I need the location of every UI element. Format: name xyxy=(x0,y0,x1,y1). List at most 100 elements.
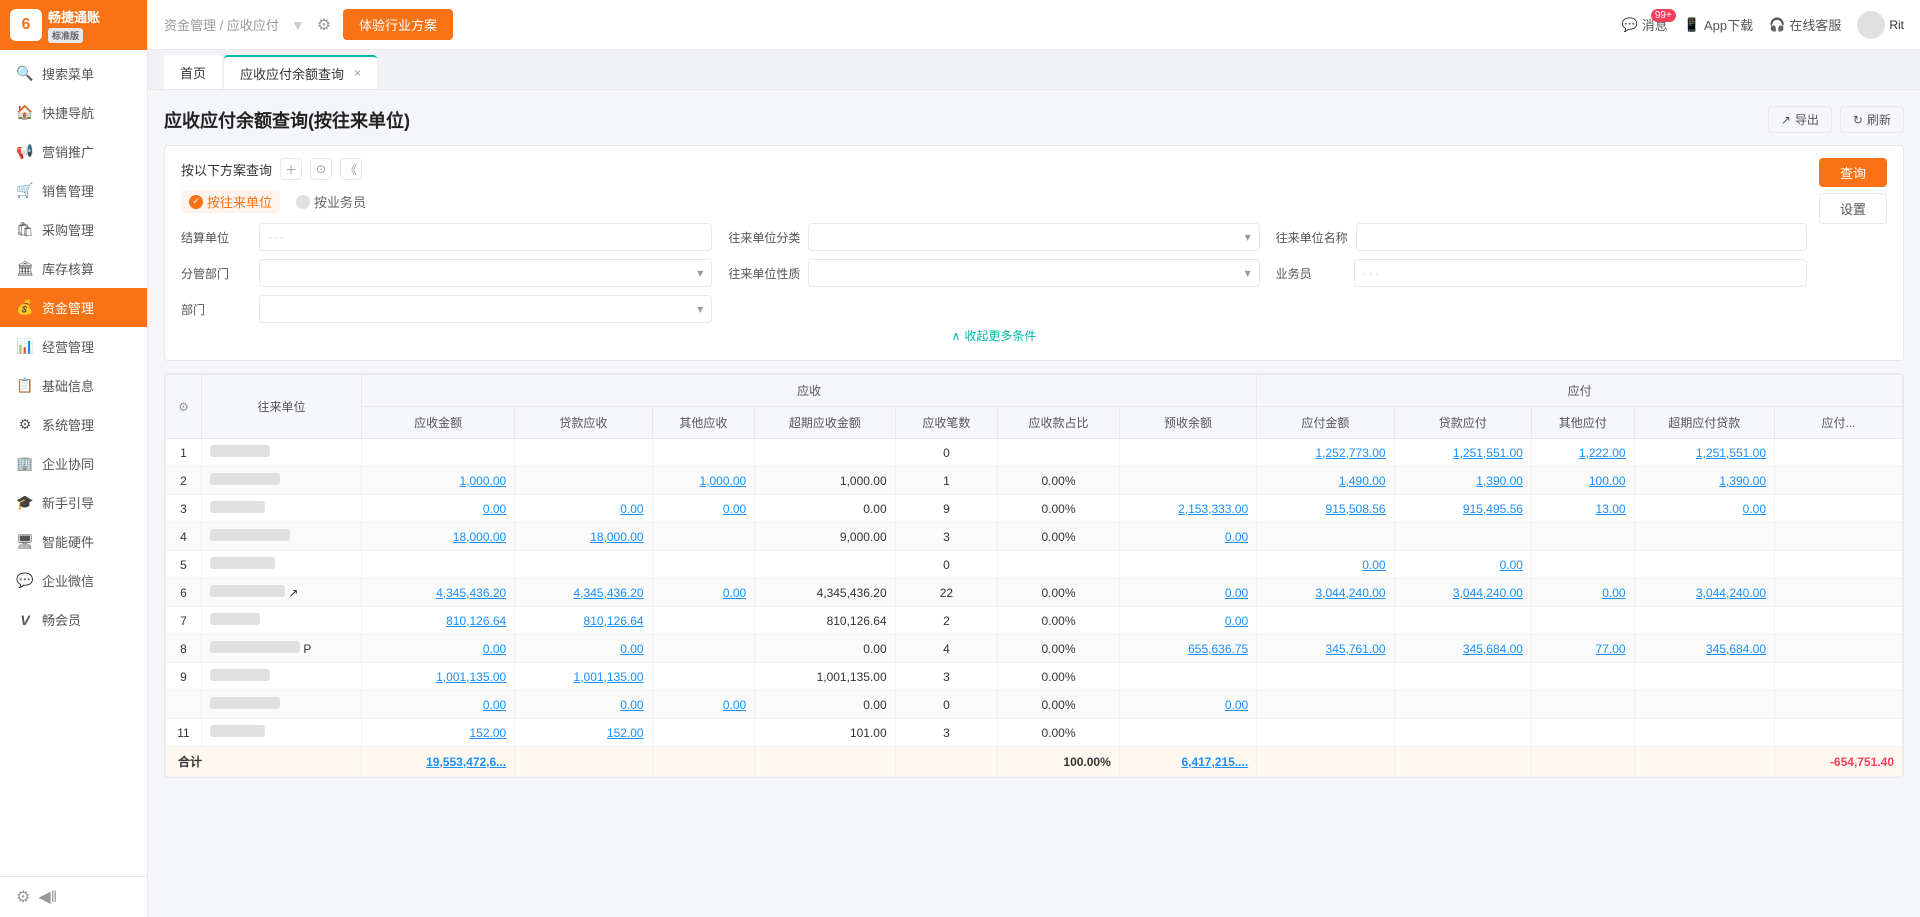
table-cell[interactable]: 0.00 xyxy=(362,495,515,523)
table-cell[interactable]: 3,044,240.00 xyxy=(1257,579,1394,607)
table-cell[interactable]: 0.00 xyxy=(515,495,652,523)
table-cell[interactable]: 2,153,333.00 xyxy=(1119,495,1256,523)
table-cell[interactable] xyxy=(1257,607,1394,635)
table-cell[interactable] xyxy=(515,467,652,495)
table-cell[interactable] xyxy=(1394,663,1531,691)
sidebar-item-system[interactable]: ⚙ 系统管理 xyxy=(0,405,147,444)
table-settings-icon[interactable]: ⚙ xyxy=(178,400,189,414)
table-cell[interactable]: 915,495.56 xyxy=(1394,495,1531,523)
table-cell[interactable] xyxy=(652,607,755,635)
table-cell[interactable]: 0.00 xyxy=(652,691,755,719)
table-cell[interactable]: 0.00 xyxy=(1394,551,1531,579)
sidebar-item-quicknav[interactable]: 🏠 快捷导航 xyxy=(0,93,147,132)
collapse-more-button[interactable]: ∧ 收起更多条件 xyxy=(181,323,1807,348)
filter-collapse-btn[interactable]: 《 xyxy=(340,158,362,180)
table-cell[interactable]: 0.00 xyxy=(515,635,652,663)
table-cell[interactable]: 77.00 xyxy=(1531,635,1634,663)
topbar-gear-icon[interactable]: ⚙ xyxy=(317,15,331,35)
sidebar-item-basic[interactable]: 📋 基础信息 xyxy=(0,366,147,405)
table-cell[interactable]: 1,000.00 xyxy=(362,467,515,495)
sidebar-item-warehouse[interactable]: 🏛 库存核算 xyxy=(0,249,147,288)
table-cell[interactable]: 1,252,773.00 xyxy=(1257,439,1394,467)
tab-close-icon[interactable]: × xyxy=(354,66,361,80)
table-cell[interactable] xyxy=(652,635,755,663)
table-cell[interactable]: 655,636.75 xyxy=(1119,635,1256,663)
table-cell[interactable]: 345,761.00 xyxy=(1257,635,1394,663)
table-cell[interactable] xyxy=(1394,719,1531,747)
filter-add-btn[interactable]: ＋ xyxy=(280,158,302,180)
msg-button[interactable]: 💬 消息 99+ xyxy=(1622,15,1668,34)
table-cell[interactable]: 1,001,135.00 xyxy=(362,663,515,691)
table-cell[interactable]: 0.00 xyxy=(1119,579,1256,607)
input-category[interactable]: ▾ xyxy=(808,223,1259,251)
table-cell[interactable]: 0.00 xyxy=(362,635,515,663)
table-cell[interactable]: 3,044,240.00 xyxy=(1634,579,1774,607)
table-cell[interactable]: 18,000.00 xyxy=(362,523,515,551)
table-cell[interactable] xyxy=(515,439,652,467)
table-cell[interactable]: 13.00 xyxy=(1531,495,1634,523)
input-salesperson[interactable]: ··· xyxy=(1354,259,1807,287)
table-cell[interactable]: 0.00 xyxy=(1531,579,1634,607)
table-cell[interactable] xyxy=(1531,663,1634,691)
table-cell[interactable]: 915,508.56 xyxy=(1257,495,1394,523)
table-cell[interactable] xyxy=(1119,551,1256,579)
table-cell[interactable]: 152.00 xyxy=(362,719,515,747)
sidebar-item-marketing[interactable]: 📢 营销推广 xyxy=(0,132,147,171)
table-cell[interactable]: 0.00 xyxy=(1257,551,1394,579)
collapse-sidebar-icon[interactable]: ◀‖ xyxy=(38,887,57,907)
table-cell[interactable] xyxy=(1394,607,1531,635)
table-cell[interactable]: 1,490.00 xyxy=(1257,467,1394,495)
table-cell[interactable] xyxy=(1634,607,1774,635)
app-download-button[interactable]: 📱 App下载 xyxy=(1684,15,1753,34)
sidebar-item-guide[interactable]: 🎓 新手引导 xyxy=(0,483,147,522)
refresh-button[interactable]: ↻ 刷新 xyxy=(1840,106,1904,133)
input-partnername[interactable] xyxy=(1356,223,1807,251)
table-cell[interactable] xyxy=(652,663,755,691)
table-cell[interactable] xyxy=(1394,691,1531,719)
table-cell[interactable] xyxy=(1634,551,1774,579)
table-cell[interactable]: 345,684.00 xyxy=(1394,635,1531,663)
total-ar-prepay[interactable]: 6,417,215.... xyxy=(1119,747,1256,777)
input-nature[interactable]: ▾ xyxy=(808,259,1259,287)
table-cell[interactable]: 0.00 xyxy=(1119,607,1256,635)
table-cell[interactable]: 0.00 xyxy=(652,495,755,523)
table-scroll[interactable]: ⚙ 往来单位 应收 应付 应收金额 贷款应收 其他应收 超期应收金额 应收笔数 xyxy=(165,374,1903,777)
input-dept[interactable]: ▾ xyxy=(259,295,712,323)
sidebar-item-wechat[interactable]: 💬 企业微信 xyxy=(0,561,147,600)
table-cell[interactable] xyxy=(1257,691,1394,719)
table-cell[interactable] xyxy=(1531,523,1634,551)
table-cell[interactable]: 18,000.00 xyxy=(515,523,652,551)
scheme-by-partner[interactable]: ✓ 按往来单位 xyxy=(181,190,280,213)
user-info[interactable]: Rit xyxy=(1857,11,1904,39)
filter-settings-btn[interactable]: ⊙ xyxy=(310,158,332,180)
table-cell[interactable] xyxy=(652,551,755,579)
table-cell[interactable] xyxy=(1257,523,1394,551)
promo-button[interactable]: 体验行业方案 xyxy=(343,9,453,40)
table-cell[interactable]: 4,345,436.20 xyxy=(362,579,515,607)
table-cell[interactable]: 0.00 xyxy=(1634,495,1774,523)
table-cell[interactable]: 100.00 xyxy=(1531,467,1634,495)
table-cell[interactable]: 1,222.00 xyxy=(1531,439,1634,467)
tab-arbalance[interactable]: 应收应付余额查询 × xyxy=(224,55,377,89)
table-cell[interactable] xyxy=(1531,607,1634,635)
table-cell[interactable]: 1,000.00 xyxy=(652,467,755,495)
tab-home[interactable]: 首页 xyxy=(164,55,222,89)
table-cell[interactable] xyxy=(1634,523,1774,551)
table-cell[interactable] xyxy=(1119,663,1256,691)
table-cell[interactable] xyxy=(1257,719,1394,747)
table-cell[interactable]: 1,251,551.00 xyxy=(1634,439,1774,467)
table-cell[interactable]: 1,390.00 xyxy=(1394,467,1531,495)
table-cell[interactable]: 0.00 xyxy=(362,691,515,719)
table-cell[interactable] xyxy=(652,523,755,551)
table-cell[interactable]: 345,684.00 xyxy=(1634,635,1774,663)
table-cell[interactable] xyxy=(1531,691,1634,719)
table-cell[interactable] xyxy=(1394,523,1531,551)
table-cell[interactable] xyxy=(362,439,515,467)
table-cell[interactable] xyxy=(1634,663,1774,691)
table-cell[interactable] xyxy=(1119,467,1256,495)
table-cell[interactable]: 0.00 xyxy=(652,579,755,607)
table-cell[interactable]: 1,001,135.00 xyxy=(515,663,652,691)
table-cell[interactable] xyxy=(1119,719,1256,747)
table-cell[interactable]: 1,251,551.00 xyxy=(1394,439,1531,467)
table-cell[interactable] xyxy=(1119,439,1256,467)
